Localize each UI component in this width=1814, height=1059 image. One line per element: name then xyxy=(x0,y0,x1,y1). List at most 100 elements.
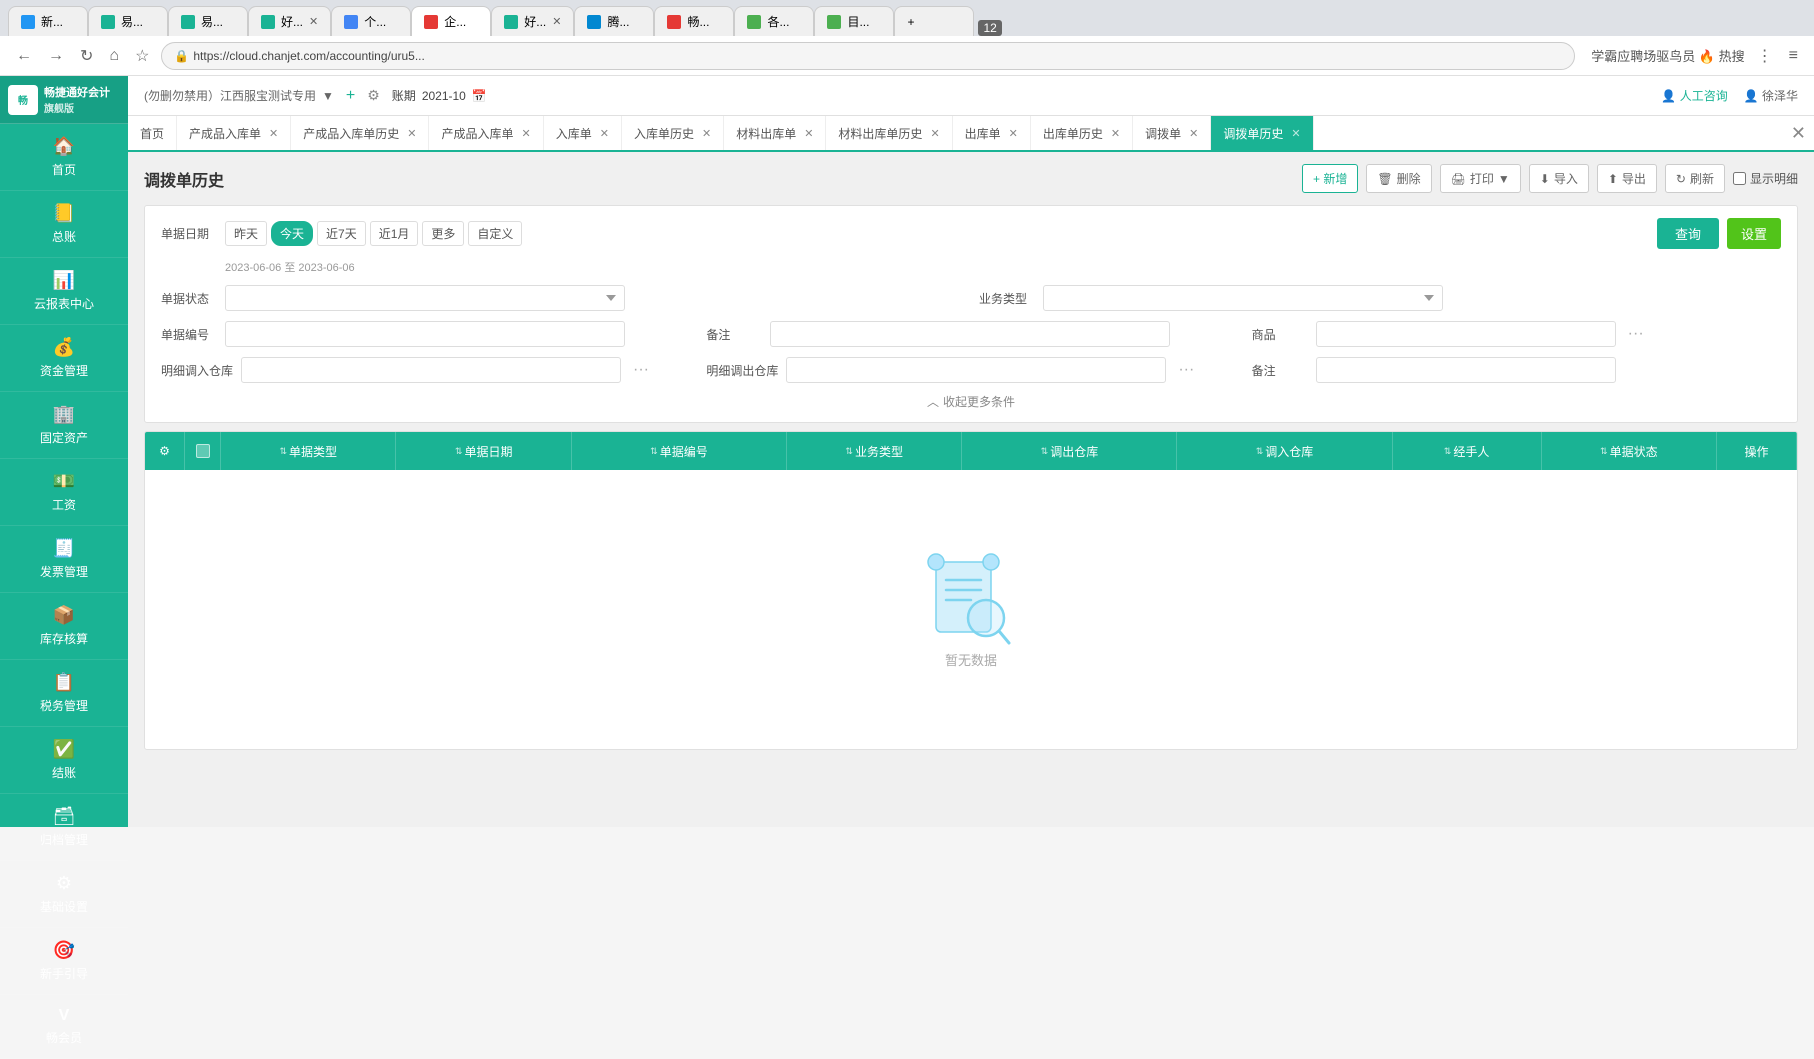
docnum-input[interactable] xyxy=(225,321,625,347)
detail-out-input[interactable] xyxy=(786,357,1166,383)
detail-out-more-btn[interactable]: ··· xyxy=(1174,361,1198,379)
sidebar-item-ledger[interactable]: 📒 总账 xyxy=(0,191,128,258)
browser-tab-8[interactable]: 腾... xyxy=(574,6,654,36)
nav-tab-close-9[interactable]: ✕ xyxy=(1111,127,1120,140)
th-biz[interactable]: ⇅ 业务类型 xyxy=(787,432,962,470)
sidebar-item-closing[interactable]: ✅ 结账 xyxy=(0,727,128,794)
nav-tab-close-1[interactable]: ✕ xyxy=(269,127,278,140)
address-bar[interactable]: 🔒 https://cloud.chanjet.com/accounting/u… xyxy=(161,42,1575,70)
date-7days-btn[interactable]: 近7天 xyxy=(317,221,366,246)
nav-tab-8[interactable]: 出库单 ✕ xyxy=(953,116,1031,151)
goods-more-btn[interactable]: ··· xyxy=(1624,325,1648,343)
tab-close-7[interactable]: ✕ xyxy=(552,15,561,28)
nav-tab-2[interactable]: 产成品入库单历史 ✕ xyxy=(291,116,429,151)
back-button[interactable]: ← xyxy=(12,43,36,69)
sidebar-item-vip[interactable]: V 畅会员 xyxy=(0,995,128,1059)
browser-tab-10[interactable]: 各... xyxy=(734,6,814,36)
nav-tab-home[interactable]: 首页 xyxy=(128,116,177,151)
close-all-tabs-button[interactable]: ✕ xyxy=(1783,123,1814,144)
tab-close-4[interactable]: ✕ xyxy=(309,15,318,28)
date-more-btn[interactable]: 更多 xyxy=(422,221,464,246)
browser-tab-2[interactable]: 易... xyxy=(88,6,168,36)
extensions-button[interactable]: ⋮ xyxy=(1753,42,1777,70)
sidebar-item-guide[interactable]: 🎯 新手引导 xyxy=(0,928,128,995)
detail-in-input[interactable] xyxy=(241,357,621,383)
nav-tab-4[interactable]: 入库单 ✕ xyxy=(544,116,622,151)
nav-tab-7[interactable]: 材料出库单历史 ✕ xyxy=(826,116,952,151)
th-out[interactable]: ⇅ 调出仓库 xyxy=(962,432,1177,470)
nav-tab-1[interactable]: 产成品入库单 ✕ xyxy=(177,116,291,151)
browser-tab-11[interactable]: 目... xyxy=(814,6,894,36)
browser-tab-4[interactable]: 好... ✕ xyxy=(248,6,331,36)
sidebar-item-tax[interactable]: 📋 税务管理 xyxy=(0,660,128,727)
nav-tab-11[interactable]: 调拨单历史 ✕ xyxy=(1211,116,1313,151)
date-1month-btn[interactable]: 近1月 xyxy=(370,221,419,246)
sidebar-item-reports[interactable]: 📊 云报表中心 xyxy=(0,258,128,325)
show-cols-toggle[interactable]: 显示明细 xyxy=(1733,170,1798,187)
goods-input[interactable] xyxy=(1316,321,1616,347)
nav-tab-close-4[interactable]: ✕ xyxy=(600,127,609,140)
period-selector[interactable]: 账期 2021-10 📅 xyxy=(392,87,487,104)
nav-tab-close-3[interactable]: ✕ xyxy=(522,127,531,140)
nav-tab-close-8[interactable]: ✕ xyxy=(1009,127,1018,140)
browser-tab-5[interactable]: 个... xyxy=(331,6,411,36)
browser-tab-3[interactable]: 易... xyxy=(168,6,248,36)
reload-button[interactable]: ↻ xyxy=(76,42,97,70)
th-type[interactable]: ⇅ 单据类型 xyxy=(221,432,396,470)
nav-tab-close-6[interactable]: ✕ xyxy=(804,127,813,140)
nav-tab-10[interactable]: 调拨单 ✕ xyxy=(1133,116,1211,151)
nav-tab-close-11[interactable]: ✕ xyxy=(1291,127,1300,140)
th-status[interactable]: ⇅ 单据状态 xyxy=(1542,432,1717,470)
nav-tab-close-7[interactable]: ✕ xyxy=(930,127,939,140)
print-button[interactable]: 🖨 打印 ▼ xyxy=(1440,164,1521,193)
th-date[interactable]: ⇅ 单据日期 xyxy=(396,432,571,470)
new-button[interactable]: + 新增 xyxy=(1302,164,1358,193)
menu-button[interactable]: ≡ xyxy=(1785,43,1802,69)
nav-tab-close-2[interactable]: ✕ xyxy=(407,127,416,140)
browser-tab-7[interactable]: 好... ✕ xyxy=(491,6,574,36)
extra-remark-input[interactable] xyxy=(1316,357,1616,383)
date-custom-btn[interactable]: 自定义 xyxy=(468,221,522,246)
company-settings-button[interactable]: ⚙ xyxy=(367,87,380,104)
th-num[interactable]: ⇅ 单据编号 xyxy=(572,432,787,470)
th-check[interactable] xyxy=(185,432,221,470)
browser-tab-1[interactable]: 新... xyxy=(8,6,88,36)
home-button[interactable]: ⌂ xyxy=(105,43,123,69)
nav-tab-close-5[interactable]: ✕ xyxy=(702,127,711,140)
sidebar-item-archive[interactable]: 🗃 归档管理 xyxy=(0,794,128,861)
nav-tab-5[interactable]: 入库单历史 ✕ xyxy=(622,116,724,151)
th-gear[interactable]: ⚙ xyxy=(145,432,185,470)
sidebar-item-fixed[interactable]: 🏢 固定资产 xyxy=(0,392,128,459)
browser-tab-9[interactable]: 畅... xyxy=(654,6,734,36)
add-company-button[interactable]: + xyxy=(346,87,355,105)
sidebar-item-inventory[interactable]: 📦 库存核算 xyxy=(0,593,128,660)
new-tab-button[interactable]: + xyxy=(894,6,974,36)
collapse-button[interactable]: ︿ 收起更多条件 xyxy=(927,393,1015,410)
nav-tab-3[interactable]: 产成品入库单 ✕ xyxy=(429,116,543,151)
forward-button[interactable]: → xyxy=(44,43,68,69)
export-button[interactable]: ⬆ 导出 xyxy=(1597,164,1657,193)
query-button[interactable]: 查询 xyxy=(1657,218,1719,249)
biztype-select[interactable] xyxy=(1043,285,1443,311)
nav-tab-9[interactable]: 出库单历史 ✕ xyxy=(1031,116,1133,151)
nav-tab-6[interactable]: 材料出库单 ✕ xyxy=(724,116,826,151)
delete-button[interactable]: 🗑 删除 xyxy=(1366,164,1431,193)
setting-button[interactable]: 设置 xyxy=(1727,218,1781,249)
service-link[interactable]: 👤 人工咨询 xyxy=(1661,87,1727,104)
detail-in-more-btn[interactable]: ··· xyxy=(629,361,653,379)
status-select[interactable] xyxy=(225,285,625,311)
nav-tab-close-10[interactable]: ✕ xyxy=(1189,127,1198,140)
sidebar-item-settings[interactable]: ⚙ 基础设置 xyxy=(0,861,128,928)
th-handler[interactable]: ⇅ 经手人 xyxy=(1393,432,1542,470)
sidebar-item-invoice[interactable]: 🧾 发票管理 xyxy=(0,526,128,593)
browser-tab-6[interactable]: 企... xyxy=(411,6,491,36)
show-cols-checkbox[interactable] xyxy=(1733,172,1746,185)
import-button[interactable]: ⬇ 导入 xyxy=(1529,164,1589,193)
date-yesterday-btn[interactable]: 昨天 xyxy=(225,221,267,246)
remark-input[interactable] xyxy=(770,321,1170,347)
company-selector[interactable]: (勿删勿禁用）江西服宝测试专用 ▼ xyxy=(144,87,334,104)
star-button[interactable]: ☆ xyxy=(131,42,153,70)
sidebar-item-capital[interactable]: 💰 资金管理 xyxy=(0,325,128,392)
th-in[interactable]: ⇅ 调入仓库 xyxy=(1177,432,1392,470)
refresh-button[interactable]: ↻ 刷新 xyxy=(1665,164,1725,193)
